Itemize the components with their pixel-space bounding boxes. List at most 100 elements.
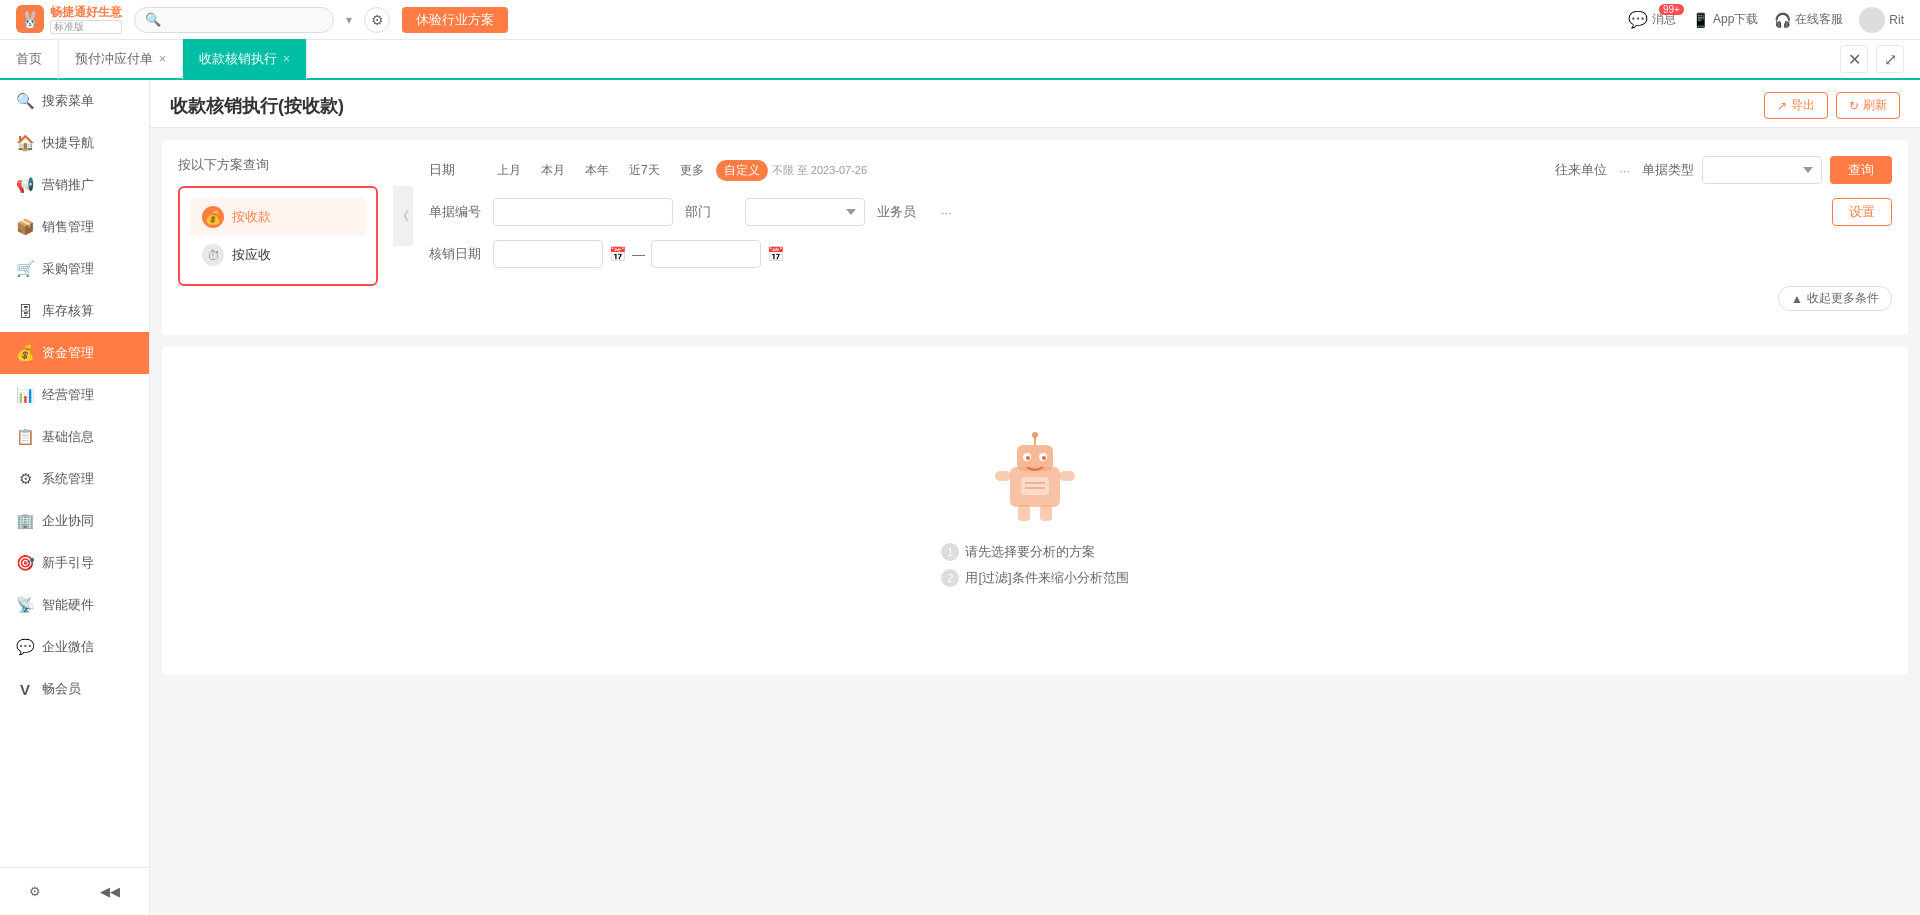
filter-option-by-receivable[interactable]: ⏱ 按应收 <box>190 236 366 274</box>
sidebar-item-marketing[interactable]: 📢 营销推广 <box>0 164 149 206</box>
counterparty-label: 往来单位 <box>1555 161 1607 179</box>
verify-date-end-input[interactable]: 2023-07-21 <box>651 240 761 268</box>
tab-prepay[interactable]: 预付冲应付单 × <box>59 39 183 79</box>
sidebar-label-hardware: 智能硬件 <box>42 596 94 614</box>
date-tab-prev-month[interactable]: 上月 <box>489 160 529 181</box>
doc-number-input[interactable] <box>493 198 673 226</box>
sidebar-item-basic-info[interactable]: 📋 基础信息 <box>0 416 149 458</box>
refresh-label: 刷新 <box>1863 97 1887 114</box>
collapse-icon: ◀◀ <box>100 884 120 899</box>
enterprise-icon: 🏢 <box>16 512 34 530</box>
search-menu-icon: 🔍 <box>16 92 34 110</box>
sidebar-label-wechat: 企业微信 <box>42 638 94 656</box>
gear-button[interactable]: ⚙ <box>364 7 390 33</box>
refresh-button[interactable]: ↻ 刷新 <box>1836 92 1900 119</box>
sidebar-label-purchase: 采购管理 <box>42 260 94 278</box>
sidebar-settings-button[interactable]: ⚙ <box>21 876 49 907</box>
date-tab-7days[interactable]: 近7天 <box>621 160 668 181</box>
sidebar-item-finance[interactable]: 💰 资金管理 <box>0 332 149 374</box>
app-download-button[interactable]: 📱 App下载 <box>1692 11 1758 28</box>
by-receipt-icon: 💰 <box>202 206 224 228</box>
sidebar-item-sales[interactable]: 📦 销售管理 <box>0 206 149 248</box>
industry-btn[interactable]: 休验行业方案 <box>402 7 508 33</box>
empty-tip-1: 1 请先选择要分析的方案 <box>941 543 1128 561</box>
setting-button[interactable]: 设置 <box>1832 198 1892 226</box>
date-tab-this-year[interactable]: 本年 <box>577 160 617 181</box>
tab-expand-button[interactable]: ⤢ <box>1876 45 1904 73</box>
date-range-text: 不限 至 2023-07-26 <box>772 163 867 178</box>
verify-date-end-calendar-icon[interactable]: 📅 <box>767 246 784 262</box>
logo-icon: 🐰 <box>16 5 44 33</box>
tabbar: 首页 预付冲应付单 × 收款核销执行 × ✕ ⤢ <box>0 40 1920 80</box>
tab-prepay-label: 预付冲应付单 <box>75 50 153 68</box>
svg-point-7 <box>1032 432 1038 438</box>
counterparty-ellipsis[interactable]: ··· <box>1615 163 1634 178</box>
user-area[interactable]: Rit <box>1859 7 1904 33</box>
online-service-button[interactable]: 🎧 在线客服 <box>1774 11 1843 28</box>
marketing-icon: 📢 <box>16 176 34 194</box>
department-select[interactable] <box>745 198 865 226</box>
date-label: 日期 <box>429 161 477 179</box>
svg-rect-10 <box>1018 505 1030 521</box>
doc-type-select[interactable] <box>1702 156 1822 184</box>
topbar-right: 💬 消息 99+ 📱 App下载 🎧 在线客服 Rit <box>1628 7 1904 33</box>
sidebar-item-member[interactable]: V 畅会员 <box>0 668 149 710</box>
tab-receipt[interactable]: 收款核销执行 × <box>183 39 307 79</box>
sidebar-item-enterprise[interactable]: 🏢 企业协同 <box>0 500 149 542</box>
by-receivable-icon: ⏱ <box>202 244 224 266</box>
tab-close-button[interactable]: ✕ <box>1840 45 1868 73</box>
tab-prepay-close-icon[interactable]: × <box>159 52 166 66</box>
date-tabs: 上月 本月 本年 近7天 更多 自定义 不限 至 2023-07-26 <box>489 160 867 181</box>
export-icon: ↗ <box>1777 99 1787 113</box>
sidebar-collapse-button[interactable]: ◀◀ <box>92 876 128 907</box>
sidebar-item-guide[interactable]: 🎯 新手引导 <box>0 542 149 584</box>
doc-number-label: 单据编号 <box>429 203 481 221</box>
verify-date-start-input[interactable]: 2023-03-01 <box>493 240 603 268</box>
inventory-icon: 🗄 <box>16 303 34 320</box>
topbar: 🐰 畅捷通好生意 标准版 🔍 ▾ ⚙ 休验行业方案 💬 消息 99+ 📱 App… <box>0 0 1920 40</box>
filter-option-by-receipt[interactable]: 💰 按收款 <box>190 198 366 236</box>
salesperson-ellipsis[interactable]: ··· <box>937 205 956 220</box>
collapse-bar: ▲ 收起更多条件 <box>429 282 1892 319</box>
export-label: 导出 <box>1791 97 1815 114</box>
sidebar-item-hardware[interactable]: 📡 智能硬件 <box>0 584 149 626</box>
tab-receipt-close-icon[interactable]: × <box>283 52 290 66</box>
export-button[interactable]: ↗ 导出 <box>1764 92 1828 119</box>
filter-options-box: 💰 按收款 ⏱ 按应收 <box>178 186 378 286</box>
brand-badge: 标准版 <box>50 20 122 34</box>
query-button[interactable]: 查询 <box>1830 156 1892 184</box>
tab-actions: ✕ ⤢ <box>1840 45 1920 73</box>
sidebar-item-system[interactable]: ⚙ 系统管理 <box>0 458 149 500</box>
sidebar-item-wechat[interactable]: 💬 企业微信 <box>0 626 149 668</box>
sidebar-item-inventory[interactable]: 🗄 库存核算 <box>0 290 149 332</box>
collapse-more-button[interactable]: ▲ 收起更多条件 <box>1778 286 1892 311</box>
sidebar-item-purchase[interactable]: 🛒 采购管理 <box>0 248 149 290</box>
filter-area: 按以下方案查询 💰 按收款 ⏱ 按应收 《 日期 <box>162 140 1908 335</box>
guide-icon: 🎯 <box>16 554 34 572</box>
verify-date-start-calendar-icon[interactable]: 📅 <box>609 246 626 262</box>
message-button[interactable]: 💬 消息 99+ <box>1628 10 1676 29</box>
verify-date-label: 核销日期 <box>429 245 481 263</box>
sidebar-label-basic-info: 基础信息 <box>42 428 94 446</box>
member-icon: V <box>16 681 34 698</box>
filter-section-title: 按以下方案查询 <box>178 156 378 174</box>
sidebar-label-quick-nav: 快捷导航 <box>42 134 94 152</box>
date-tab-more[interactable]: 更多 <box>672 160 712 181</box>
tip-text-2: 用[过滤]条件来缩小分析范围 <box>965 569 1128 587</box>
tab-receipt-label: 收款核销执行 <box>199 50 277 68</box>
date-tab-custom[interactable]: 自定义 <box>716 160 768 181</box>
dropdown-arrow-icon[interactable]: ▾ <box>346 13 352 27</box>
sidebar-item-business[interactable]: 📊 经营管理 <box>0 374 149 416</box>
salesperson-label: 业务员 <box>877 203 925 221</box>
sidebar-item-search-menu[interactable]: 🔍 搜索菜单 <box>0 80 149 122</box>
brand-name: 畅捷通好生意 <box>50 5 122 19</box>
app-label: App下载 <box>1713 11 1758 28</box>
tab-home[interactable]: 首页 <box>0 39 59 79</box>
filter-collapse-toggle[interactable]: 《 <box>393 186 413 246</box>
date-tab-this-month[interactable]: 本月 <box>533 160 573 181</box>
verify-date-group: 2023-03-01 📅 — 2023-07-21 📅 <box>493 240 784 268</box>
system-icon: ⚙ <box>16 470 34 488</box>
finance-icon: 💰 <box>16 344 34 362</box>
svg-rect-8 <box>995 471 1011 481</box>
sidebar-item-quick-nav[interactable]: 🏠 快捷导航 <box>0 122 149 164</box>
